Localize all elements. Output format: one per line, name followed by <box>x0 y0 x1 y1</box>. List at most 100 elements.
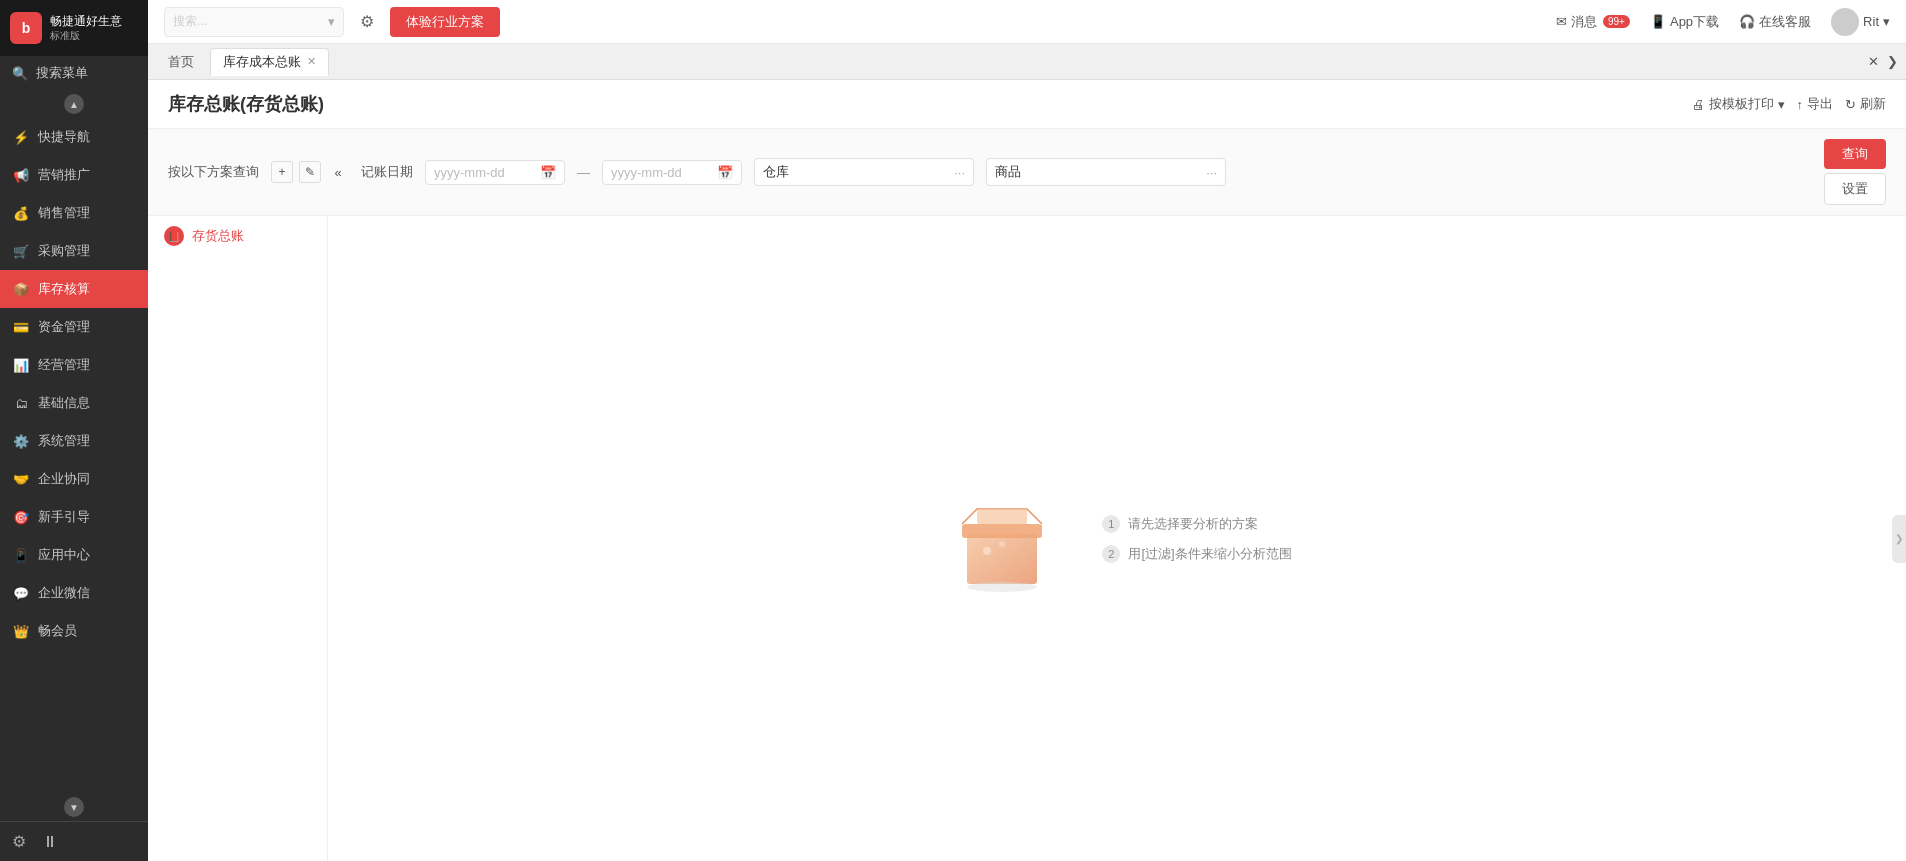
page-title: 库存总账(存货总账) <box>168 92 324 116</box>
tab-close-icon[interactable]: ✕ <box>307 55 316 68</box>
plus-icon: + <box>278 165 285 179</box>
sidebar-item-marketing[interactable]: 📢 营销推广 <box>0 156 148 194</box>
appstore-icon: 📱 <box>12 546 30 564</box>
sidebar-item-sales[interactable]: 💰 销售管理 <box>0 194 148 232</box>
sidebar-item-cooperation[interactable]: 🤝 企业协同 <box>0 460 148 498</box>
svg-rect-1 <box>962 524 1042 538</box>
scheme-item-inventory[interactable]: 📕 存货总账 <box>148 216 327 256</box>
message-icon: ✉ <box>1556 14 1567 29</box>
page-actions: 🖨 按模板打印 ▾ ↑ 导出 ↻ 刷新 <box>1692 95 1887 113</box>
collapse-btn[interactable]: « <box>327 161 349 183</box>
warehouse-input[interactable]: 仓库 ··· <box>754 158 974 186</box>
empty-illustration <box>942 479 1062 599</box>
tab-bar: 首页 库存成本总账 ✕ ✕ ❯ <box>148 44 1906 80</box>
sidebar-bottom: ⚙ ⏸ <box>0 821 148 861</box>
date-to-input[interactable]: yyyy-mm-dd 📅 <box>602 160 742 185</box>
inventory-icon: 📦 <box>12 280 30 298</box>
app-download-btn[interactable]: 📱 App下载 <box>1650 13 1719 31</box>
query-btn[interactable]: 查询 <box>1824 139 1886 169</box>
scroll-up-btn[interactable]: ▲ <box>64 94 84 114</box>
more-options-icon: ··· <box>954 165 965 180</box>
sidebar-item-operation[interactable]: 📊 经营管理 <box>0 346 148 384</box>
header-dropdown-placeholder: 搜索... <box>173 13 207 30</box>
scheme-icon: 📕 <box>164 226 184 246</box>
avatar <box>1831 8 1859 36</box>
empty-state: 1 请先选择要分析的方案 2 用[过滤]条件来缩小分析范围 <box>328 216 1906 861</box>
header-right: ✉ 消息 99+ 📱 App下载 🎧 在线客服 Rit ▾ <box>1556 8 1890 36</box>
svg-point-3 <box>967 582 1037 592</box>
headset-icon: 🎧 <box>1739 14 1755 29</box>
guide-icon: 🎯 <box>12 508 30 526</box>
app-name-block: 畅捷通好生意 标准版 <box>50 14 122 43</box>
scroll-down-btn[interactable]: ▼ <box>64 797 84 817</box>
wechat-icon: 💬 <box>12 584 30 602</box>
page-header: 库存总账(存货总账) 🖨 按模板打印 ▾ ↑ 导出 ↻ 刷新 <box>148 80 1906 129</box>
gear-icon: ⚙ <box>360 12 374 31</box>
goods-input[interactable]: 商品 ··· <box>986 158 1226 186</box>
edit-icon: ✎ <box>305 165 315 179</box>
edit-scheme-btn[interactable]: ✎ <box>299 161 321 183</box>
header-dropdown[interactable]: 搜索... ▾ <box>164 7 344 37</box>
sidebar: b 畅捷通好生意 标准版 🔍 搜索菜单 ▲ ⚡ 快捷导航 📢 营销推广 💰 销售… <box>0 0 148 861</box>
basic-icon: 🗂 <box>12 394 30 412</box>
industry-btn[interactable]: 体验行业方案 <box>390 7 500 37</box>
content-main: 1 请先选择要分析的方案 2 用[过滤]条件来缩小分析范围 <box>328 216 1906 861</box>
top-header: 搜索... ▾ ⚙ 体验行业方案 ✉ 消息 99+ 📱 App下载 🎧 在线客服 <box>148 0 1906 44</box>
sidebar-item-inventory[interactable]: 📦 库存核算 <box>0 270 148 308</box>
audio-icon[interactable]: ⏸ <box>42 833 58 851</box>
header-left: 搜索... ▾ ⚙ 体验行业方案 <box>164 7 1544 37</box>
panel-expand-icon[interactable]: ❯ <box>1887 54 1898 69</box>
finance-icon: 💳 <box>12 318 30 336</box>
chevron-down-icon: ▾ <box>1778 97 1785 112</box>
messages-btn[interactable]: ✉ 消息 99+ <box>1556 13 1630 31</box>
tab-home[interactable]: 首页 <box>156 48 206 76</box>
settings-btn[interactable]: 设置 <box>1824 173 1886 205</box>
svg-point-4 <box>983 547 991 555</box>
sidebar-item-basic[interactable]: 🗂 基础信息 <box>0 384 148 422</box>
header-gear-button[interactable]: ⚙ <box>352 7 382 37</box>
user-menu[interactable]: Rit ▾ <box>1831 8 1890 36</box>
print-template-btn[interactable]: 🖨 按模板打印 ▾ <box>1692 95 1785 113</box>
logo-icon: b <box>10 12 42 44</box>
online-service-btn[interactable]: 🎧 在线客服 <box>1739 13 1811 31</box>
sidebar-nav: ⚡ 快捷导航 📢 营销推广 💰 销售管理 🛒 采购管理 📦 库存核算 💳 资金管… <box>0 118 148 793</box>
chevron-down-icon: ▾ <box>1883 14 1890 29</box>
search-menu[interactable]: 🔍 搜索菜单 <box>0 56 148 90</box>
phone-icon: 📱 <box>1650 14 1666 29</box>
main-area: 搜索... ▾ ⚙ 体验行业方案 ✉ 消息 99+ 📱 App下载 🎧 在线客服 <box>148 0 1906 861</box>
tab-inventory-ledger[interactable]: 库存成本总账 ✕ <box>210 48 329 76</box>
filter-icons: + ✎ « <box>271 161 349 183</box>
sidebar-item-guide[interactable]: 🎯 新手引导 <box>0 498 148 536</box>
empty-tip-1: 1 请先选择要分析的方案 <box>1102 515 1291 533</box>
settings-icon[interactable]: ⚙ <box>12 832 26 851</box>
sidebar-item-purchase[interactable]: 🛒 采购管理 <box>0 232 148 270</box>
query-actions: 查询 设置 <box>1824 139 1886 205</box>
right-panel-handle[interactable]: ❯ <box>1892 515 1906 563</box>
panel-close-icon[interactable]: ✕ <box>1868 54 1879 69</box>
content-body: 📕 存货总账 <box>148 216 1906 861</box>
more-options-icon-2: ··· <box>1206 165 1217 180</box>
sidebar-item-wechat[interactable]: 💬 企业微信 <box>0 574 148 612</box>
date-from-input[interactable]: yyyy-mm-dd 📅 <box>425 160 565 185</box>
export-btn[interactable]: ↑ 导出 <box>1797 95 1834 113</box>
export-icon: ↑ <box>1797 97 1804 112</box>
sidebar-item-appstore[interactable]: 📱 应用中心 <box>0 536 148 574</box>
marketing-icon: 📢 <box>12 166 30 184</box>
calendar-icon-2: 📅 <box>717 165 733 180</box>
calendar-icon: 📅 <box>540 165 556 180</box>
sales-icon: 💰 <box>12 204 30 222</box>
svg-rect-2 <box>977 509 1027 524</box>
sidebar-item-quick-nav[interactable]: ⚡ 快捷导航 <box>0 118 148 156</box>
content-area: 库存总账(存货总账) 🖨 按模板打印 ▾ ↑ 导出 ↻ 刷新 按以下方案查询 <box>148 80 1906 861</box>
refresh-btn[interactable]: ↻ 刷新 <box>1845 95 1886 113</box>
empty-tips: 1 请先选择要分析的方案 2 用[过滤]条件来缩小分析范围 <box>1102 515 1291 563</box>
sidebar-item-system[interactable]: ⚙️ 系统管理 <box>0 422 148 460</box>
sidebar-item-finance[interactable]: 💳 资金管理 <box>0 308 148 346</box>
add-scheme-btn[interactable]: + <box>271 161 293 183</box>
sidebar-item-member[interactable]: 👑 畅会员 <box>0 612 148 650</box>
quick-nav-icon: ⚡ <box>12 128 30 146</box>
scheme-panel: 📕 存货总账 <box>148 216 328 861</box>
cooperation-icon: 🤝 <box>12 470 30 488</box>
empty-tip-2: 2 用[过滤]条件来缩小分析范围 <box>1102 545 1291 563</box>
chevron-right-icon: ❯ <box>1895 533 1903 544</box>
